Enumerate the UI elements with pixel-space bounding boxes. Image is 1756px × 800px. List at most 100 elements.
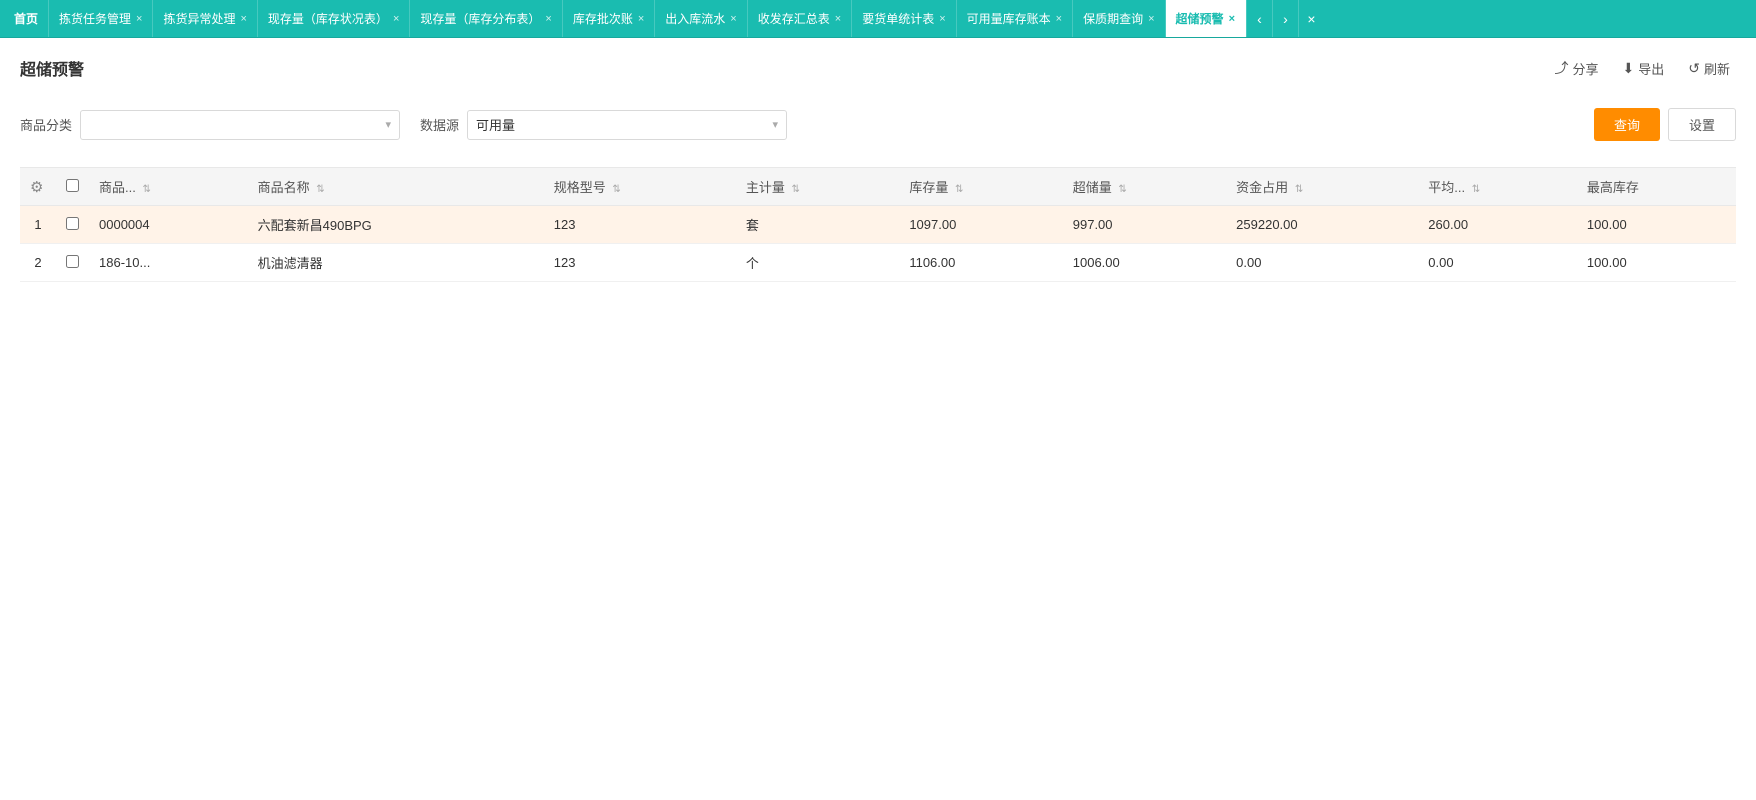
th-overstock: 超储量 ⇅ (1063, 168, 1226, 206)
category-filter-group: 商品分类 ▾ (20, 110, 400, 140)
page-title: 超储预警 (20, 56, 84, 80)
top-navigation: 首页 拣货任务管理 × 拣货异常处理 × 现存量（库存状况表） × 现存量（库存… (0, 0, 1756, 38)
header-actions: ⤴ 分享 ⬇ 导出 ↺ 刷新 (1548, 54, 1736, 82)
refresh-button[interactable]: ↺ 刷新 (1682, 55, 1736, 82)
datasource-label: 数据源 (420, 115, 459, 134)
row-checkbox-2 (56, 244, 89, 282)
row-2-overstock: 1006.00 (1063, 244, 1226, 282)
close-tab-batch[interactable]: × (638, 13, 644, 25)
nav-tab-order-stats[interactable]: 要货单统计表 × (852, 0, 956, 38)
datasource-select-value: 可用量 (476, 115, 515, 134)
close-tab-overstock-warning[interactable]: × (1229, 13, 1235, 25)
close-tab-task-mgmt[interactable]: × (136, 13, 142, 25)
nav-tab-batch[interactable]: 库存批次账 × (563, 0, 655, 38)
sort-product-name-icon[interactable]: ⇅ (316, 184, 324, 195)
th-product-name: 商品名称 ⇅ (248, 168, 544, 206)
sort-stock-icon[interactable]: ⇅ (955, 184, 963, 195)
row-2-capital: 0.00 (1226, 244, 1418, 282)
nav-next-arrow[interactable]: › (1272, 0, 1298, 38)
nav-tab-stock-dist[interactable]: 现存量（库存分布表） × (410, 0, 562, 38)
row-1-max-stock: 100.00 (1577, 206, 1736, 244)
row-1-spec: 123 (544, 206, 736, 244)
datasource-filter-group: 数据源 可用量 ▾ (420, 110, 787, 140)
close-tab-available-account[interactable]: × (1056, 13, 1062, 25)
datasource-select[interactable]: 可用量 ▾ (467, 110, 787, 140)
refresh-icon: ↺ (1688, 60, 1700, 77)
filter-button-group: 查询 设置 (1594, 108, 1736, 141)
page-header: 超储预警 ⤴ 分享 ⬇ 导出 ↺ 刷新 (20, 54, 1736, 82)
row-1-overstock: 997.00 (1063, 206, 1226, 244)
close-tab-quality-check[interactable]: × (1148, 13, 1154, 25)
nav-tab-overstock-warning[interactable]: 超储预警 × (1166, 0, 1246, 38)
close-tab-order-stats[interactable]: × (939, 13, 945, 25)
nav-prev-arrow[interactable]: ‹ (1246, 0, 1272, 38)
row-1-product-code: 0000004 (89, 206, 248, 244)
nav-tab-available-account[interactable]: 可用量库存账本 × (957, 0, 1073, 38)
th-product-code: 商品... ⇅ (89, 168, 248, 206)
export-icon: ⬇ (1623, 60, 1635, 77)
row-1-avg: 260.00 (1418, 206, 1577, 244)
select-all-checkbox[interactable] (66, 179, 79, 192)
row-checkbox-1 (56, 206, 89, 244)
row-2-stock: 1106.00 (899, 244, 1062, 282)
row-1-stock: 1097.00 (899, 206, 1062, 244)
close-tab-stock-dist[interactable]: × (545, 13, 551, 25)
nav-tab-home[interactable]: 首页 (4, 0, 49, 38)
close-tab-abnormal[interactable]: × (240, 13, 246, 25)
row-2-product-name: 机油滤清器 (248, 244, 544, 282)
nav-tab-stock-status[interactable]: 现存量（库存状况表） × (258, 0, 410, 38)
category-select[interactable]: ▾ (80, 110, 400, 140)
sort-unit-icon[interactable]: ⇅ (792, 184, 800, 195)
page-content: 超储预警 ⤴ 分享 ⬇ 导出 ↺ 刷新 商品分类 ▾ 数据源 (0, 38, 1756, 800)
row-1-unit: 套 (736, 206, 899, 244)
settings-button[interactable]: 设置 (1668, 108, 1736, 141)
sort-spec-icon[interactable]: ⇅ (612, 184, 620, 195)
table-body: 1 0000004 六配套新昌490BPG 123 套 1097.00 997.… (20, 206, 1736, 282)
row-2-checkbox[interactable] (66, 255, 79, 268)
row-num-2: 2 (20, 244, 56, 282)
share-icon: ⤴ (1554, 58, 1568, 78)
sort-overstock-icon[interactable]: ⇅ (1118, 184, 1126, 195)
sort-product-code-icon[interactable]: ⇅ (142, 184, 150, 195)
row-1-capital: 259220.00 (1226, 206, 1418, 244)
row-1-product-name: 六配套新昌490BPG (248, 206, 544, 244)
sort-avg-icon[interactable]: ⇅ (1472, 184, 1480, 195)
sort-capital-icon[interactable]: ⇅ (1295, 184, 1303, 195)
share-button[interactable]: ⤴ 分享 (1548, 54, 1604, 82)
th-settings: ⚙ (20, 168, 56, 206)
close-tab-stock-status[interactable]: × (393, 13, 399, 25)
settings-gear-icon[interactable]: ⚙ (30, 179, 43, 196)
row-2-max-stock: 100.00 (1577, 244, 1736, 282)
nav-tab-collect-summary[interactable]: 收发存汇总表 × (748, 0, 852, 38)
row-2-spec: 123 (544, 244, 736, 282)
close-tab-inout-flow[interactable]: × (730, 13, 736, 25)
data-table: ⚙ 商品... ⇅ 商品名称 ⇅ 规格型号 ⇅ 主计量 (20, 167, 1736, 282)
row-1-checkbox[interactable] (66, 217, 79, 230)
query-button[interactable]: 查询 (1594, 108, 1660, 141)
row-2-avg: 0.00 (1418, 244, 1577, 282)
row-2-product-code: 186-10... (89, 244, 248, 282)
table-header: ⚙ 商品... ⇅ 商品名称 ⇅ 规格型号 ⇅ 主计量 (20, 168, 1736, 206)
table-row: 1 0000004 六配套新昌490BPG 123 套 1097.00 997.… (20, 206, 1736, 244)
th-avg: 平均... ⇅ (1418, 168, 1577, 206)
nav-tab-abnormal[interactable]: 拣货异常处理 × (153, 0, 257, 38)
row-2-unit: 个 (736, 244, 899, 282)
nav-tab-task-mgmt[interactable]: 拣货任务管理 × (49, 0, 153, 38)
th-unit: 主计量 ⇅ (736, 168, 899, 206)
close-tab-collect-summary[interactable]: × (835, 13, 841, 25)
th-stock: 库存量 ⇅ (899, 168, 1062, 206)
export-button[interactable]: ⬇ 导出 (1617, 55, 1671, 82)
th-checkbox (56, 168, 89, 206)
th-capital: 资金占用 ⇅ (1226, 168, 1418, 206)
category-select-arrow: ▾ (385, 118, 391, 131)
th-max-stock: 最高库存 (1577, 168, 1736, 206)
row-num-1: 1 (20, 206, 56, 244)
nav-tab-quality-check[interactable]: 保质期查询 × (1073, 0, 1165, 38)
table-row: 2 186-10... 机油滤清器 123 个 1106.00 1006.00 … (20, 244, 1736, 282)
datasource-select-arrow: ▾ (773, 118, 779, 131)
nav-close-all-arrow[interactable]: × (1298, 0, 1324, 38)
category-label: 商品分类 (20, 115, 72, 134)
th-spec: 规格型号 ⇅ (544, 168, 736, 206)
filter-area: 商品分类 ▾ 数据源 可用量 ▾ 查询 设置 (20, 98, 1736, 151)
nav-tab-inout-flow[interactable]: 出入库流水 × (655, 0, 747, 38)
